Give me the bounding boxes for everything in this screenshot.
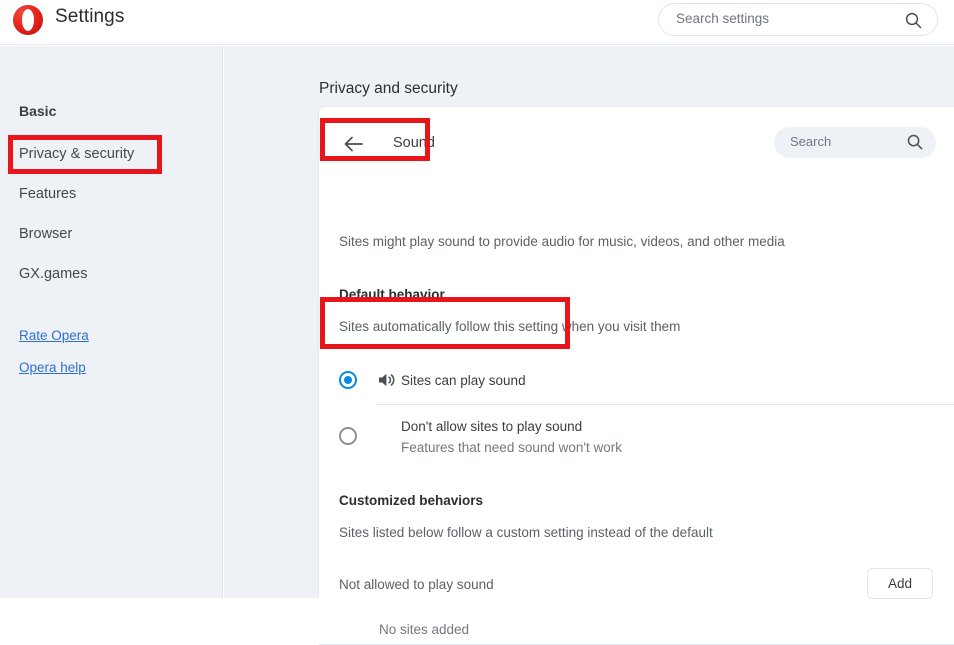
customized-behaviors-subtitle: Sites listed below follow a custom setti… — [339, 525, 713, 540]
default-behavior-title: Default behavior — [339, 287, 445, 302]
radio-sublabel-dont-allow-sound: Features that need sound won't work — [401, 440, 622, 455]
radio-option-sites-can-play-sound[interactable]: Sites can play sound — [319, 359, 954, 403]
sound-settings-panel: Sound Search Sites might play sound to p… — [318, 106, 954, 645]
opera-logo-icon — [13, 5, 43, 35]
sidebar: Basic Privacy & security Features Browse… — [0, 46, 223, 598]
speaker-on-icon — [377, 371, 397, 389]
main-content: Privacy and security Sound Search Sites … — [224, 46, 954, 645]
default-behavior-subtitle: Sites automatically follow this setting … — [339, 319, 681, 334]
radio-option-dont-allow-sound[interactable]: Don't allow sites to play sound Features… — [319, 409, 954, 465]
empty-state-text: No sites added — [379, 622, 470, 637]
sidebar-item-privacy-security[interactable]: Privacy & security — [19, 146, 134, 162]
page-title: Privacy and security — [319, 80, 458, 97]
sidebar-link-opera-help[interactable]: Opera help — [19, 360, 86, 375]
search-icon[interactable] — [907, 134, 923, 150]
title-bar: Settings Search settings — [0, 0, 954, 45]
add-button[interactable]: Add — [867, 568, 933, 599]
sidebar-link-rate-opera[interactable]: Rate Opera — [19, 328, 89, 343]
radio-label-dont-allow-sound: Don't allow sites to play sound — [401, 419, 583, 434]
panel-search-input[interactable]: Search — [774, 127, 936, 158]
radio-button-selected[interactable] — [339, 371, 357, 389]
sidebar-item-browser[interactable]: Browser — [19, 226, 72, 242]
panel-description: Sites might play sound to provide audio … — [339, 234, 785, 249]
radio-label-sites-can-play-sound: Sites can play sound — [401, 373, 526, 388]
sidebar-item-gxgames[interactable]: GX.games — [19, 266, 88, 282]
panel-title: Sound — [393, 135, 435, 151]
search-settings-placeholder: Search settings — [676, 11, 770, 26]
search-icon[interactable] — [905, 12, 922, 29]
customized-behaviors-title: Customized behaviors — [339, 493, 484, 508]
sidebar-item-features[interactable]: Features — [19, 186, 76, 202]
back-arrow-icon[interactable] — [341, 131, 367, 157]
panel-search-placeholder: Search — [790, 134, 832, 149]
option-divider — [376, 404, 954, 405]
not-allowed-group-title: Not allowed to play sound — [339, 577, 494, 592]
search-settings-input[interactable]: Search settings — [658, 3, 938, 36]
app-title: Settings — [55, 6, 125, 27]
radio-button-unselected[interactable] — [339, 427, 357, 445]
sidebar-section-basic: Basic — [19, 103, 57, 119]
